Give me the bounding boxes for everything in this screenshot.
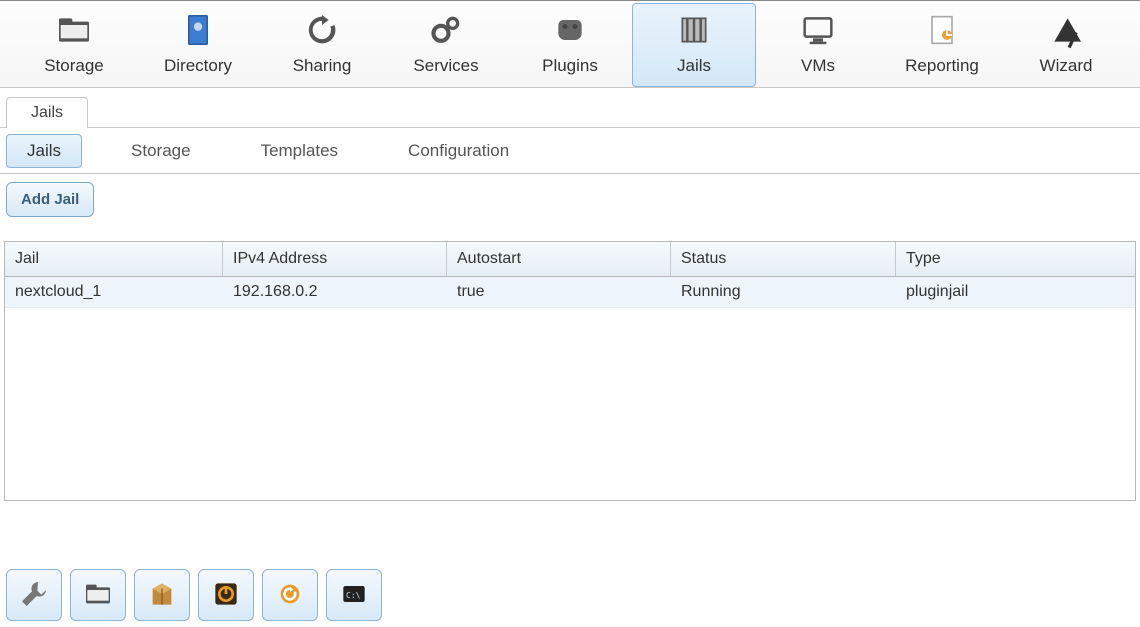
col-type[interactable]: Type	[896, 242, 1135, 276]
jail-upload-button[interactable]	[134, 569, 190, 621]
tool-directory[interactable]: Directory	[136, 3, 260, 87]
page-tabstrip: Jails	[0, 88, 1140, 128]
jail-restart-button[interactable]	[262, 569, 318, 621]
cell-autostart: true	[447, 277, 671, 308]
table-row[interactable]: nextcloud_1 192.168.0.2 true Running plu…	[5, 277, 1135, 308]
subtab-storage[interactable]: Storage	[110, 134, 212, 168]
tool-vms[interactable]: VMs	[756, 3, 880, 87]
bottom-actions: C:\	[6, 569, 382, 621]
report-icon	[922, 10, 962, 50]
tool-directory-label: Directory	[164, 56, 232, 76]
cell-type: pluginjail	[896, 277, 1135, 308]
cell-ipv4: 192.168.0.2	[223, 277, 447, 308]
power-on-icon	[210, 578, 242, 613]
tool-plugins-label: Plugins	[542, 56, 598, 76]
jail-storage-button[interactable]	[70, 569, 126, 621]
grid-header-row: Jail IPv4 Address Autostart Status Type	[5, 242, 1135, 277]
page-tab-jails[interactable]: Jails	[6, 97, 88, 128]
tool-jails[interactable]: Jails	[632, 3, 756, 87]
gears-icon	[426, 10, 466, 50]
restart-icon	[274, 578, 306, 613]
folder-icon	[54, 10, 94, 50]
main-toolbar: Storage Directory Sharing Services Plugi…	[0, 0, 1140, 88]
cell-jail: nextcloud_1	[5, 277, 223, 308]
folder-icon	[82, 578, 114, 613]
col-ipv4[interactable]: IPv4 Address	[223, 242, 447, 276]
subtab-jails[interactable]: Jails	[6, 134, 82, 168]
box-icon	[146, 578, 178, 613]
jail-shell-button[interactable]: C:\	[326, 569, 382, 621]
tool-plugins[interactable]: Plugins	[508, 3, 632, 87]
jail-start-button[interactable]	[198, 569, 254, 621]
jails-grid: Jail IPv4 Address Autostart Status Type …	[4, 241, 1136, 501]
tool-storage[interactable]: Storage	[12, 3, 136, 87]
shell-icon: C:\	[338, 578, 370, 613]
wizard-icon	[1046, 10, 1086, 50]
svg-text:C:\: C:\	[346, 591, 361, 600]
wrench-icon	[18, 578, 50, 613]
col-jail[interactable]: Jail	[5, 242, 223, 276]
tool-wizard[interactable]: Wizard	[1004, 3, 1128, 87]
subtab-label: Configuration	[408, 141, 509, 160]
book-icon	[178, 10, 218, 50]
add-jail-button[interactable]: Add Jail	[6, 182, 94, 217]
tool-services[interactable]: Services	[384, 3, 508, 87]
subtab-label: Storage	[131, 141, 191, 160]
grid-body: nextcloud_1 192.168.0.2 true Running plu…	[5, 277, 1135, 500]
page-tab-label: Jails	[31, 104, 63, 121]
tool-jails-label: Jails	[677, 56, 711, 76]
refresh-icon	[302, 10, 342, 50]
col-status[interactable]: Status	[671, 242, 896, 276]
monitor-icon	[798, 10, 838, 50]
tool-reporting-label: Reporting	[905, 56, 979, 76]
subtabs: Jails Storage Templates Configuration	[0, 128, 1140, 174]
actionbar: Add Jail	[0, 174, 1140, 241]
subtab-configuration[interactable]: Configuration	[387, 134, 530, 168]
cell-status: Running	[671, 277, 896, 308]
col-autostart[interactable]: Autostart	[447, 242, 671, 276]
tool-vms-label: VMs	[801, 56, 835, 76]
tool-reporting[interactable]: Reporting	[880, 3, 1004, 87]
tool-storage-label: Storage	[44, 56, 104, 76]
add-jail-label: Add Jail	[21, 191, 79, 208]
jail-icon	[674, 10, 714, 50]
tool-sharing-label: Sharing	[293, 56, 352, 76]
subtab-templates[interactable]: Templates	[240, 134, 359, 168]
tool-services-label: Services	[413, 56, 478, 76]
edit-jail-button[interactable]	[6, 569, 62, 621]
tool-sharing[interactable]: Sharing	[260, 3, 384, 87]
subtab-label: Templates	[261, 141, 338, 160]
tool-wizard-label: Wizard	[1040, 56, 1093, 76]
subtab-label: Jails	[27, 141, 61, 160]
plugin-icon	[550, 10, 590, 50]
